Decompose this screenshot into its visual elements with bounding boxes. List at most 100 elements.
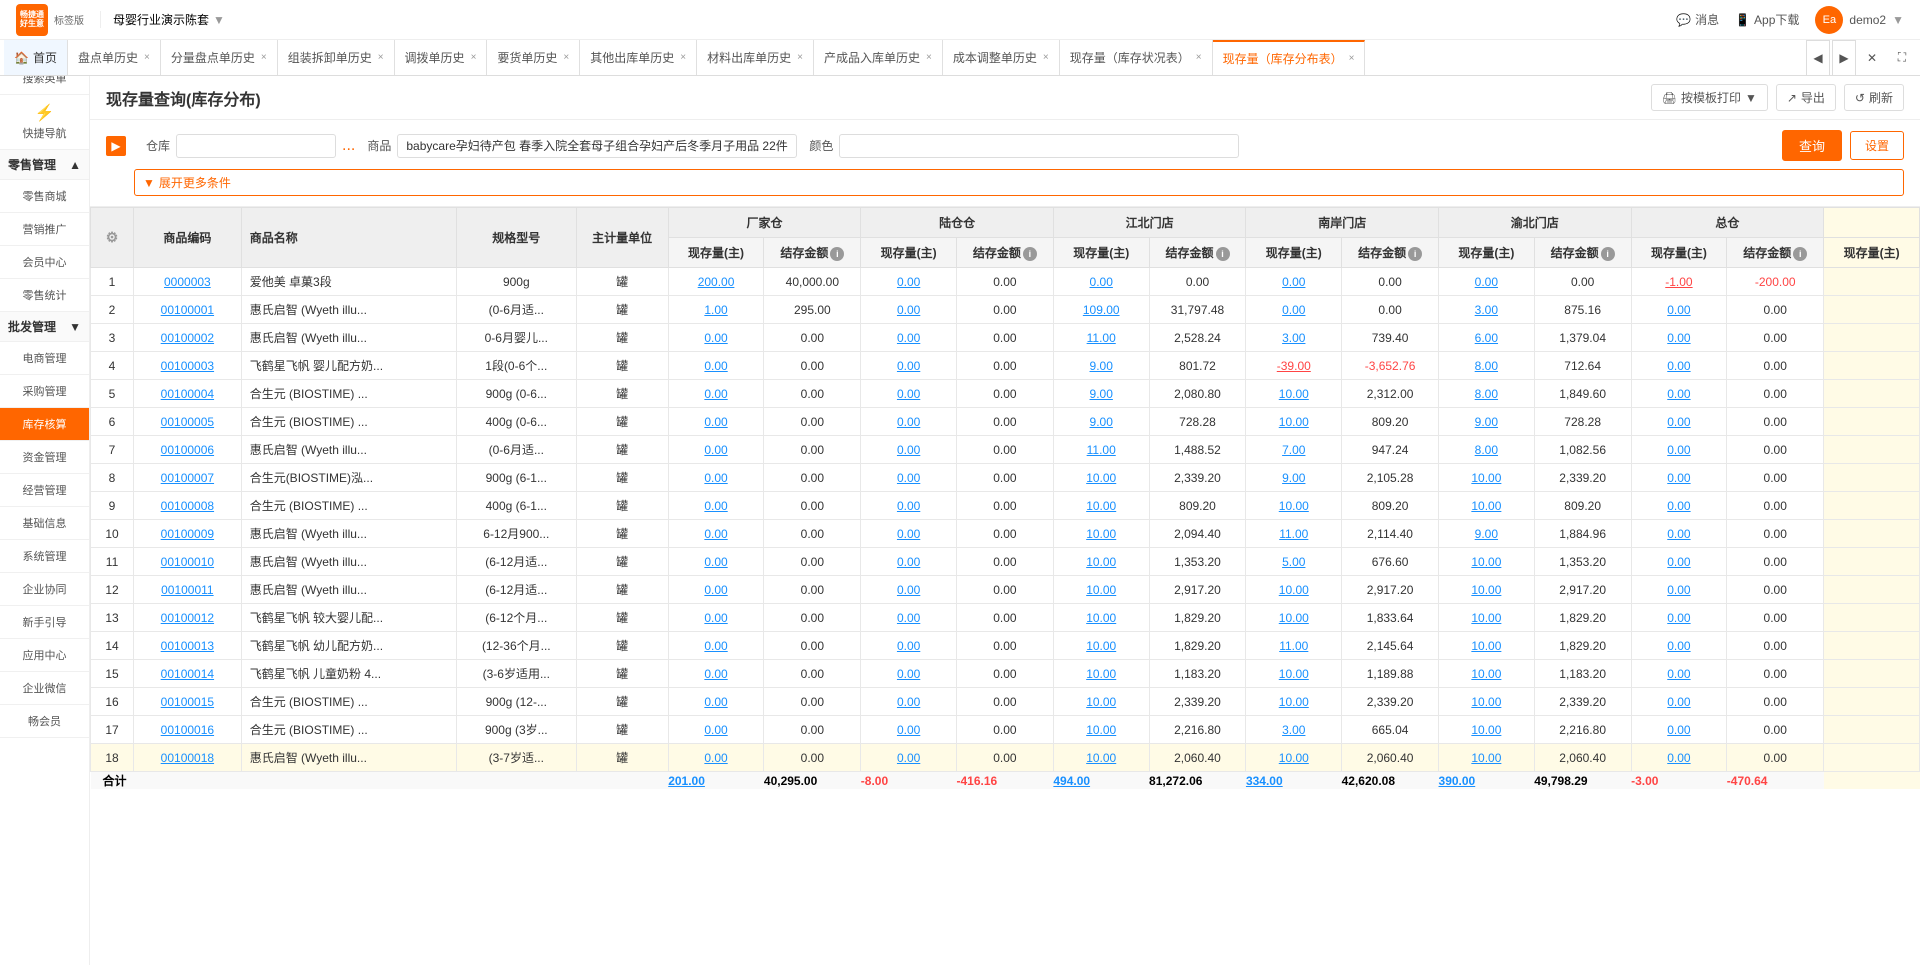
total-amt-info[interactable]: i xyxy=(1793,247,1807,261)
row-w4-stock[interactable]: 11.00 xyxy=(1246,520,1342,548)
row-w2-stock[interactable]: 0.00 xyxy=(861,632,957,660)
row-t-stock[interactable]: 0.00 xyxy=(1631,380,1727,408)
row-t-stock[interactable]: 0.00 xyxy=(1631,744,1727,772)
row-w3-stock[interactable]: 10.00 xyxy=(1053,660,1149,688)
row-t-stock[interactable]: 0.00 xyxy=(1631,688,1727,716)
row-t-stock[interactable]: 0.00 xyxy=(1631,660,1727,688)
row-w3-stock[interactable]: 10.00 xyxy=(1053,688,1149,716)
luchen-amt-info[interactable]: i xyxy=(1023,247,1037,261)
row-w2-stock[interactable]: 0.00 xyxy=(861,408,957,436)
row-w1-stock[interactable]: 0.00 xyxy=(668,324,764,352)
goods-input[interactable] xyxy=(397,134,797,158)
app-dl-btn[interactable]: 📱 App下载 xyxy=(1735,11,1799,28)
sidebar-item-operation[interactable]: 经营管理 xyxy=(0,474,89,507)
row-w4-stock[interactable]: 0.00 xyxy=(1246,268,1342,296)
row-w2-stock[interactable]: 0.00 xyxy=(861,492,957,520)
row-w2-stock[interactable]: 0.00 xyxy=(861,296,957,324)
row-w3-stock[interactable]: 0.00 xyxy=(1053,268,1149,296)
tab-cailiao[interactable]: 材料出库单历史 × xyxy=(697,40,814,76)
row-w3-stock[interactable]: 10.00 xyxy=(1053,548,1149,576)
row-w2-stock[interactable]: 0.00 xyxy=(861,716,957,744)
sidebar-group-retail[interactable]: 零售管理 ▲ xyxy=(0,150,89,180)
row-w2-stock[interactable]: 0.00 xyxy=(861,576,957,604)
row-t-stock[interactable]: 0.00 xyxy=(1631,632,1727,660)
row-w5-stock[interactable]: 8.00 xyxy=(1439,352,1535,380)
table-container[interactable]: ⚙ 商品编码 商品名称 规格型号 主计量单位 厂家仓 陆仓仓 江北门店 南岸门店… xyxy=(90,207,1920,965)
row-w1-stock[interactable]: 0.00 xyxy=(668,660,764,688)
row-code[interactable]: 00100013 xyxy=(134,632,242,660)
row-t-stock[interactable]: 0.00 xyxy=(1631,520,1727,548)
row-w5-stock[interactable]: 9.00 xyxy=(1439,408,1535,436)
export-btn[interactable]: ↗ 导出 xyxy=(1776,84,1836,111)
row-w4-stock[interactable]: 10.00 xyxy=(1246,604,1342,632)
tab-maximize-btn[interactable]: ⛶ xyxy=(1888,44,1916,72)
row-w5-stock[interactable]: 6.00 xyxy=(1439,324,1535,352)
tab-diaobo-close[interactable]: × xyxy=(471,52,477,63)
row-w4-stock[interactable]: 10.00 xyxy=(1246,744,1342,772)
row-w4-stock[interactable]: 10.00 xyxy=(1246,380,1342,408)
row-w4-stock[interactable]: 0.00 xyxy=(1246,296,1342,324)
row-w2-stock[interactable]: 0.00 xyxy=(861,324,957,352)
row-w2-stock[interactable]: 0.00 xyxy=(861,548,957,576)
sidebar-item-basic[interactable]: 基础信息 xyxy=(0,507,89,540)
tab-diaobo[interactable]: 调拨单历史 × xyxy=(395,40,488,76)
sidebar-item-system[interactable]: 系统管理 xyxy=(0,540,89,573)
row-code[interactable]: 0000003 xyxy=(134,268,242,296)
row-code[interactable]: 00100010 xyxy=(134,548,242,576)
category-selector[interactable]: 母婴行业演示陈套 ▼ xyxy=(100,11,225,28)
setting-btn[interactable]: 设置 xyxy=(1850,131,1904,160)
row-w5-stock[interactable]: 10.00 xyxy=(1439,492,1535,520)
row-t-stock[interactable]: 0.00 xyxy=(1631,604,1727,632)
tab-yaohuo[interactable]: 要货单历史 × xyxy=(487,40,580,76)
filter-toggle-btn[interactable]: ▶ xyxy=(106,136,126,156)
tab-kucun2-close[interactable]: × xyxy=(1349,53,1355,64)
tab-close-all-btn[interactable]: ✕ xyxy=(1858,44,1886,72)
row-w1-stock[interactable]: 0.00 xyxy=(668,464,764,492)
sidebar-group-wholesale[interactable]: 批发管理 ▼ xyxy=(0,312,89,342)
tab-pandian[interactable]: 盘点单历史 × xyxy=(68,40,161,76)
row-w4-stock[interactable]: 10.00 xyxy=(1246,408,1342,436)
row-t-stock[interactable]: 0.00 xyxy=(1631,716,1727,744)
row-w1-stock[interactable]: 1.00 xyxy=(668,296,764,324)
row-w1-stock[interactable]: 0.00 xyxy=(668,380,764,408)
row-w5-stock[interactable]: 10.00 xyxy=(1439,688,1535,716)
sidebar-item-enterprise[interactable]: 企业协同 xyxy=(0,573,89,606)
row-w4-stock[interactable]: 10.00 xyxy=(1246,660,1342,688)
row-w5-stock[interactable]: 0.00 xyxy=(1439,268,1535,296)
th-settings[interactable]: ⚙ xyxy=(91,208,134,268)
row-t-stock[interactable]: 0.00 xyxy=(1631,576,1727,604)
row-code[interactable]: 00100004 xyxy=(134,380,242,408)
summary-w1-stock[interactable]: 201.00 xyxy=(668,772,764,790)
summary-w2-stock[interactable]: -8.00 xyxy=(861,772,957,790)
tab-next-btn[interactable]: ▶ xyxy=(1832,40,1856,76)
tab-fenliang[interactable]: 分量盘点单历史 × xyxy=(161,40,278,76)
tab-kucun1[interactable]: 现存量（库存状况表） × xyxy=(1060,40,1213,76)
row-w5-stock[interactable]: 10.00 xyxy=(1439,464,1535,492)
row-w5-stock[interactable]: 9.00 xyxy=(1439,520,1535,548)
row-code[interactable]: 00100008 xyxy=(134,492,242,520)
row-w1-stock[interactable]: 0.00 xyxy=(668,408,764,436)
row-t-stock[interactable]: 0.00 xyxy=(1631,464,1727,492)
tab-fenliang-close[interactable]: × xyxy=(261,52,267,63)
settings-icon[interactable]: ⚙ xyxy=(106,229,119,245)
row-code[interactable]: 00100001 xyxy=(134,296,242,324)
tab-zuhe-close[interactable]: × xyxy=(378,52,384,63)
tab-chengben[interactable]: 成本调整单历史 × xyxy=(943,40,1060,76)
msg-btn[interactable]: 💬 消息 xyxy=(1676,11,1719,28)
sidebar-item-appstore[interactable]: 应用中心 xyxy=(0,639,89,672)
row-w3-stock[interactable]: 11.00 xyxy=(1053,324,1149,352)
sidebar-item-member[interactable]: 会员中心 xyxy=(0,246,89,279)
row-w3-stock[interactable]: 109.00 xyxy=(1053,296,1149,324)
row-code[interactable]: 00100007 xyxy=(134,464,242,492)
row-t-stock[interactable]: 0.00 xyxy=(1631,296,1727,324)
row-w5-stock[interactable]: 10.00 xyxy=(1439,716,1535,744)
sidebar-item-wechat[interactable]: 企业微信 xyxy=(0,672,89,705)
nanan-amt-info[interactable]: i xyxy=(1408,247,1422,261)
row-t-stock[interactable]: 0.00 xyxy=(1631,352,1727,380)
row-t-stock[interactable]: 0.00 xyxy=(1631,492,1727,520)
row-w5-stock[interactable]: 10.00 xyxy=(1439,576,1535,604)
row-w1-stock[interactable]: 200.00 xyxy=(668,268,764,296)
row-w4-stock[interactable]: 11.00 xyxy=(1246,632,1342,660)
jiangbei-amt-info[interactable]: i xyxy=(1216,247,1230,261)
row-w5-stock[interactable]: 10.00 xyxy=(1439,744,1535,772)
